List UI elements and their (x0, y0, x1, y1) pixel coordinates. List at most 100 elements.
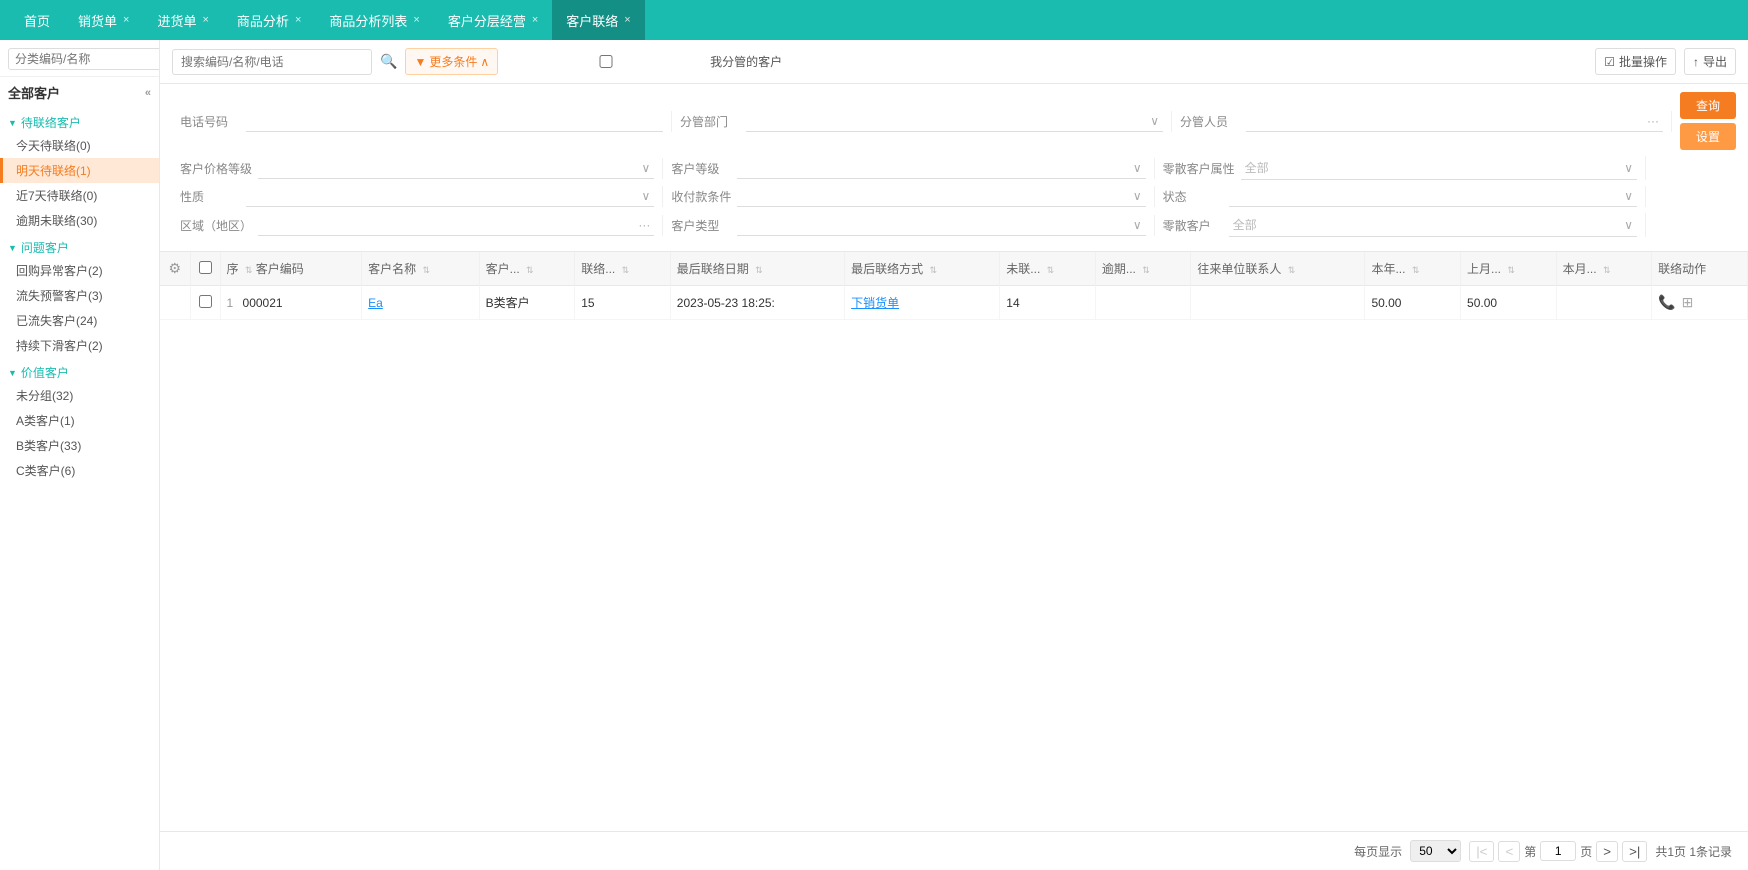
my-customers-checkbox[interactable] (506, 55, 706, 68)
sidebar-item-repurchase-anomaly[interactable]: 回购异常客户(2) (0, 258, 159, 283)
sort-last-month-icon[interactable]: ⇅ (1507, 265, 1515, 275)
region-dots-icon[interactable]: ··· (638, 218, 650, 232)
filter-status-select[interactable]: ∨ (1229, 186, 1637, 207)
sort-code-icon[interactable]: ⇅ (245, 265, 253, 275)
filter-customer-type: 客户类型 ∨ (663, 215, 1154, 236)
last-page-button[interactable]: >| (1622, 841, 1647, 862)
table-gear-icon[interactable]: ⚙ (168, 260, 181, 276)
content-area: 🔍 ▼ 更多条件 ∧ 我分管的客户 ☑ 批量操作 ↑ 导出 (160, 40, 1748, 870)
filter-customer-level-select[interactable]: ∨ (737, 158, 1145, 179)
export-button[interactable]: ↑ 导出 (1684, 48, 1736, 75)
sidebar-item-today[interactable]: 今天待联络(0) (0, 133, 159, 158)
set-button[interactable]: 设置 (1680, 123, 1736, 150)
filter-customer-type-select[interactable]: ∨ (737, 215, 1145, 236)
nav-purchase-order[interactable]: 进货单 × (143, 0, 222, 40)
sort-last-method-icon[interactable]: ⇅ (929, 265, 937, 275)
nav-home[interactable]: 首页 (10, 0, 64, 40)
td-type: B类客户 (479, 286, 575, 320)
batch-ops-button[interactable]: ☑ 批量操作 (1595, 48, 1676, 75)
nav-customer-segmentation[interactable]: 客户分层经营 × (434, 0, 552, 40)
th-contact-count: 联络... ⇅ (575, 252, 671, 286)
retail-customer-chevron-icon: ∨ (1624, 218, 1633, 232)
th-overdue: 逾期... ⇅ (1095, 252, 1191, 286)
td-not-contacted: 14 (1000, 286, 1096, 320)
sort-this-month-icon[interactable]: ⇅ (1603, 265, 1611, 275)
nav-sales-order[interactable]: 销货单 × (64, 0, 143, 40)
sidebar-item-7days[interactable]: 近7天待联络(0) (0, 183, 159, 208)
sidebar-item-class-c[interactable]: C类客户(6) (0, 458, 159, 483)
th-unit-contact: 往来单位联系人 ⇅ (1191, 252, 1365, 286)
prev-page-button[interactable]: < (1498, 841, 1520, 862)
nav-product-analysis-list-close[interactable]: × (413, 14, 419, 26)
page-navigation: |< < 第 页 > >| (1469, 841, 1647, 862)
sidebar-item-churn-warning[interactable]: 流失预警客户(3) (0, 283, 159, 308)
sort-not-contacted-icon[interactable]: ⇅ (1047, 265, 1055, 275)
sidebar-item-ungrouped[interactable]: 未分组(32) (0, 383, 159, 408)
sidebar-search-input[interactable] (8, 48, 160, 70)
sidebar-item-churned[interactable]: 已流失客户(24) (0, 308, 159, 333)
sort-unit-contact-icon[interactable]: ⇅ (1288, 265, 1296, 275)
nav-product-analysis-list[interactable]: 商品分析列表 × (315, 0, 433, 40)
th-this-month: 本月... ⇅ (1556, 252, 1652, 286)
filter-person-select[interactable]: ··· (1246, 111, 1663, 132)
sort-type-icon[interactable]: ⇅ (526, 265, 534, 275)
filter-nature-select[interactable]: ∨ (246, 186, 654, 207)
export-icon: ↑ (1693, 55, 1699, 69)
filter-dept-select[interactable]: ∨ (746, 111, 1163, 132)
sort-this-year-icon[interactable]: ⇅ (1412, 265, 1420, 275)
table-header-row: ⚙ 序 ⇅ 客户编码 客户名称 ⇅ (160, 252, 1748, 286)
more-filter-button[interactable]: ▼ 更多条件 ∧ (405, 48, 498, 75)
nav-customer-segmentation-close[interactable]: × (532, 14, 538, 26)
nav-customer-contact-close[interactable]: × (624, 14, 630, 26)
td-last-method: 下销货单 (845, 286, 1000, 320)
filter-phone: 电话号码 (172, 111, 672, 132)
query-button[interactable]: 查询 (1680, 92, 1736, 119)
th-code: 序 ⇅ 客户编码 (220, 252, 362, 286)
page-number-input[interactable] (1540, 841, 1576, 861)
next-page-button[interactable]: > (1596, 841, 1618, 862)
filter-price-level-select[interactable]: ∨ (258, 158, 654, 179)
sort-name-icon[interactable]: ⇅ (423, 265, 431, 275)
my-customers-checkbox-area[interactable]: 我分管的客户 (506, 53, 782, 70)
person-dots-icon[interactable]: ··· (1647, 114, 1659, 128)
th-gear: ⚙ (160, 252, 190, 286)
nav-customer-contact[interactable]: 客户联络 × (552, 0, 644, 40)
filter-row-4: 区域（地区） ··· 客户类型 ∨ 零散客户 全部 ∨ (172, 213, 1736, 237)
th-last-date: 最后联络日期 ⇅ (670, 252, 844, 286)
sidebar-item-class-a[interactable]: A类客户(1) (0, 408, 159, 433)
row-checkbox[interactable] (199, 295, 212, 308)
th-last-method: 最后联络方式 ⇅ (845, 252, 1000, 286)
nav-product-analysis[interactable]: 商品分析 × (223, 0, 315, 40)
top-nav: 首页 销货单 × 进货单 × 商品分析 × 商品分析列表 × 客户分层经营 × … (0, 0, 1748, 40)
sidebar-all-customers[interactable]: 全部客户 « (0, 77, 159, 108)
filter-phone-input[interactable] (246, 111, 663, 132)
sort-overdue-icon[interactable]: ⇅ (1142, 265, 1150, 275)
search-input[interactable] (172, 49, 372, 75)
th-type: 客户... ⇅ (479, 252, 575, 286)
filter-retail-attr: 零散客户属性 全部 ∨ (1155, 156, 1646, 180)
sidebar-collapse-icon: « (145, 87, 151, 99)
sidebar-item-class-b[interactable]: B类客户(33) (0, 433, 159, 458)
filter-price-level: 客户价格等级 ∨ (172, 158, 663, 179)
nav-sales-order-close[interactable]: × (123, 14, 129, 26)
phone-action-icon[interactable]: 📞 (1658, 294, 1675, 311)
sort-contact-count-icon[interactable]: ⇅ (622, 265, 630, 275)
sort-last-date-icon[interactable]: ⇅ (755, 265, 763, 275)
sidebar-item-declining[interactable]: 持续下滑客户(2) (0, 333, 159, 358)
sidebar-item-tomorrow[interactable]: 明天待联络(1) (0, 158, 159, 183)
td-last-date: 2023-05-23 18:25: (670, 286, 844, 320)
nav-product-analysis-close[interactable]: × (295, 14, 301, 26)
table-select-all-checkbox[interactable] (199, 261, 212, 274)
grid-action-icon[interactable]: ⊞ (1682, 294, 1694, 311)
sidebar-item-overdue[interactable]: 逾期未联络(30) (0, 208, 159, 233)
search-button[interactable]: 🔍 (380, 53, 397, 70)
filter-payment-select[interactable]: ∨ (737, 186, 1145, 207)
filter-customer-level: 客户等级 ∨ (663, 158, 1154, 179)
filter-retail-customer-select[interactable]: 全部 ∨ (1229, 213, 1637, 237)
first-page-button[interactable]: |< (1469, 841, 1494, 862)
filter-region-select[interactable]: ··· (258, 215, 654, 236)
per-page-select[interactable]: 50 100 (1410, 840, 1461, 862)
filter-retail-attr-select[interactable]: 全部 ∨ (1241, 156, 1637, 180)
sidebar-problem-group: 问题客户 (0, 233, 159, 258)
nav-purchase-order-close[interactable]: × (202, 14, 208, 26)
